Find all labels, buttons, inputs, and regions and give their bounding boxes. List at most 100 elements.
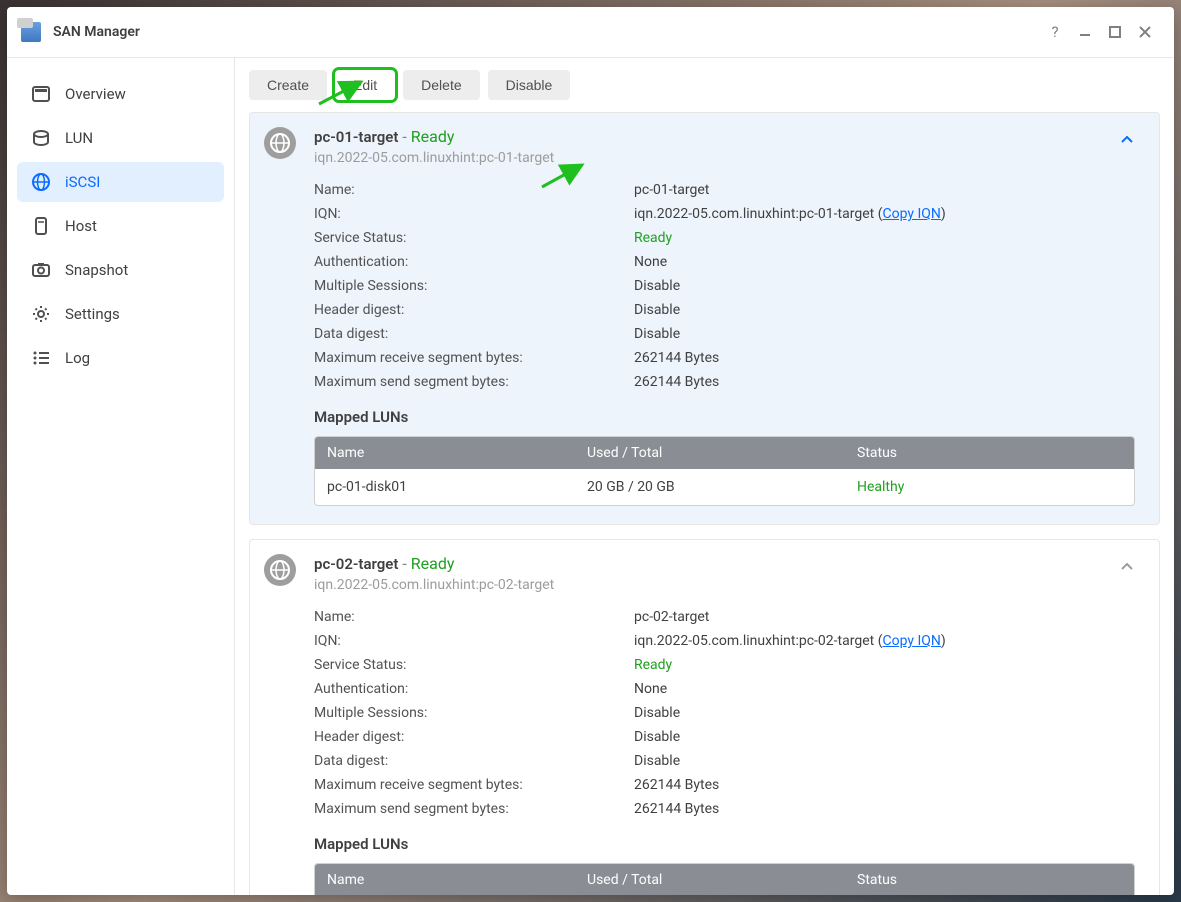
sidebar-item-host[interactable]: Host	[17, 206, 224, 246]
value-header-digest: Disable	[634, 729, 680, 745]
value-auth: None	[634, 681, 667, 697]
edit-button[interactable]: Edit	[335, 70, 395, 100]
col-used-total: Used / Total	[587, 445, 857, 461]
annotation-arrow	[537, 162, 597, 192]
value-name: pc-02-target	[634, 609, 709, 625]
label-service-status: Service Status:	[314, 230, 634, 246]
sidebar-item-iscsi[interactable]: iSCSI	[17, 162, 224, 202]
sidebar-item-overview[interactable]: Overview	[17, 74, 224, 114]
app-title: SAN Manager	[53, 24, 140, 40]
maximize-icon[interactable]	[1100, 17, 1130, 47]
col-status: Status	[857, 445, 1122, 461]
sidebar-item-settings[interactable]: Settings	[17, 294, 224, 334]
label-iqn: IQN:	[314, 633, 634, 649]
main-content: Create Edit Delete Disable pc-01-target …	[235, 58, 1174, 895]
target-iqn-line: iqn.2022-05.com.linuxhint:pc-02-target	[314, 577, 1115, 593]
value-iqn: iqn.2022-05.com.linuxhint:pc-01-target (…	[634, 206, 946, 222]
col-used-total: Used / Total	[587, 872, 857, 888]
value-data-digest: Disable	[634, 326, 680, 342]
sidebar-item-label: Overview	[65, 85, 126, 103]
label-multi: Multiple Sessions:	[314, 278, 634, 294]
value-data-digest: Disable	[634, 753, 680, 769]
mapped-luns-heading: Mapped LUNs	[314, 408, 1159, 426]
label-auth: Authentication:	[314, 681, 634, 697]
target-header[interactable]: pc-01-target - Ready iqn.2022-05.com.lin…	[250, 113, 1159, 174]
host-icon	[31, 216, 51, 236]
sidebar-item-label: LUN	[65, 129, 93, 147]
label-max-send: Maximum send segment bytes:	[314, 374, 634, 390]
label-multi: Multiple Sessions:	[314, 705, 634, 721]
label-max-send: Maximum send segment bytes:	[314, 801, 634, 817]
titlebar: SAN Manager ?	[7, 7, 1174, 58]
target-panel[interactable]: pc-02-target - Ready iqn.2022-05.com.lin…	[249, 539, 1160, 895]
value-iqn: iqn.2022-05.com.linuxhint:pc-02-target (…	[634, 633, 946, 649]
sidebar-item-snapshot[interactable]: Snapshot	[17, 250, 224, 290]
value-max-recv: 262144 Bytes	[634, 777, 719, 793]
lun-used-total: 20 GB / 20 GB	[587, 479, 857, 495]
label-data-digest: Data digest:	[314, 326, 634, 342]
target-title-row: pc-01-target - Ready	[314, 127, 1115, 146]
value-max-send: 262144 Bytes	[634, 374, 719, 390]
value-service-status: Ready	[634, 657, 672, 673]
sidebar-item-label: Host	[65, 217, 97, 235]
globe-icon	[264, 127, 296, 159]
target-title-row: pc-02-target - Ready	[314, 554, 1115, 573]
sidebar: Overview LUN iSCSI Host	[7, 58, 235, 895]
value-auth: None	[634, 254, 667, 270]
target-panel[interactable]: pc-01-target - Ready iqn.2022-05.com.lin…	[249, 112, 1160, 525]
close-icon[interactable]	[1130, 17, 1160, 47]
label-data-digest: Data digest:	[314, 753, 634, 769]
value-multi: Disable	[634, 705, 680, 721]
label-service-status: Service Status:	[314, 657, 634, 673]
sidebar-item-label: Snapshot	[65, 261, 128, 279]
label-max-recv: Maximum receive segment bytes:	[314, 777, 634, 793]
copy-iqn-link[interactable]: Copy IQN	[882, 633, 940, 649]
value-max-send: 262144 Bytes	[634, 801, 719, 817]
label-name: Name:	[314, 609, 634, 625]
globe-icon	[264, 554, 296, 586]
help-icon[interactable]: ?	[1040, 17, 1070, 47]
chevron-up-icon[interactable]	[1115, 127, 1139, 153]
label-auth: Authentication:	[314, 254, 634, 270]
value-multi: Disable	[634, 278, 680, 294]
target-details: Name:pc-01-target IQN:iqn.2022-05.com.li…	[250, 174, 1159, 524]
target-iqn-line: iqn.2022-05.com.linuxhint:pc-01-target	[314, 150, 1115, 166]
chevron-up-icon[interactable]	[1115, 554, 1139, 580]
value-service-status: Ready	[634, 230, 672, 246]
col-status: Status	[857, 872, 1122, 888]
lun-icon	[31, 128, 51, 148]
label-header-digest: Header digest:	[314, 302, 634, 318]
gear-icon	[31, 304, 51, 324]
disable-button[interactable]: Disable	[488, 70, 571, 100]
table-row[interactable]: pc-01-disk01 20 GB / 20 GB Healthy	[315, 469, 1134, 505]
target-name: pc-02-target	[314, 555, 398, 573]
minimize-icon[interactable]	[1070, 17, 1100, 47]
sidebar-item-label: iSCSI	[65, 173, 100, 191]
overview-icon	[31, 84, 51, 104]
delete-button[interactable]: Delete	[403, 70, 479, 100]
app-icon	[21, 22, 41, 42]
target-name: pc-01-target	[314, 128, 398, 146]
target-details: Name:pc-02-target IQN:iqn.2022-05.com.li…	[250, 601, 1159, 895]
lun-status: Healthy	[857, 479, 1122, 495]
mapped-luns-heading: Mapped LUNs	[314, 835, 1159, 853]
label-max-recv: Maximum receive segment bytes:	[314, 350, 634, 366]
log-icon	[31, 348, 51, 368]
sidebar-item-lun[interactable]: LUN	[17, 118, 224, 158]
col-name: Name	[327, 872, 587, 888]
sidebar-item-label: Settings	[65, 305, 120, 323]
app-window: SAN Manager ? Overview LUN	[7, 7, 1174, 895]
sidebar-item-label: Log	[65, 349, 90, 367]
label-header-digest: Header digest:	[314, 729, 634, 745]
create-button[interactable]: Create	[249, 70, 327, 100]
value-header-digest: Disable	[634, 302, 680, 318]
target-status: Ready	[411, 127, 455, 146]
col-name: Name	[327, 445, 587, 461]
target-header[interactable]: pc-02-target - Ready iqn.2022-05.com.lin…	[250, 540, 1159, 601]
snapshot-icon	[31, 260, 51, 280]
sidebar-item-log[interactable]: Log	[17, 338, 224, 378]
lun-table: Name Used / Total Status pc-01-disk01 20…	[314, 436, 1135, 506]
copy-iqn-link[interactable]: Copy IQN	[882, 206, 940, 222]
value-name: pc-01-target	[634, 182, 709, 198]
iscsi-icon	[31, 172, 51, 192]
